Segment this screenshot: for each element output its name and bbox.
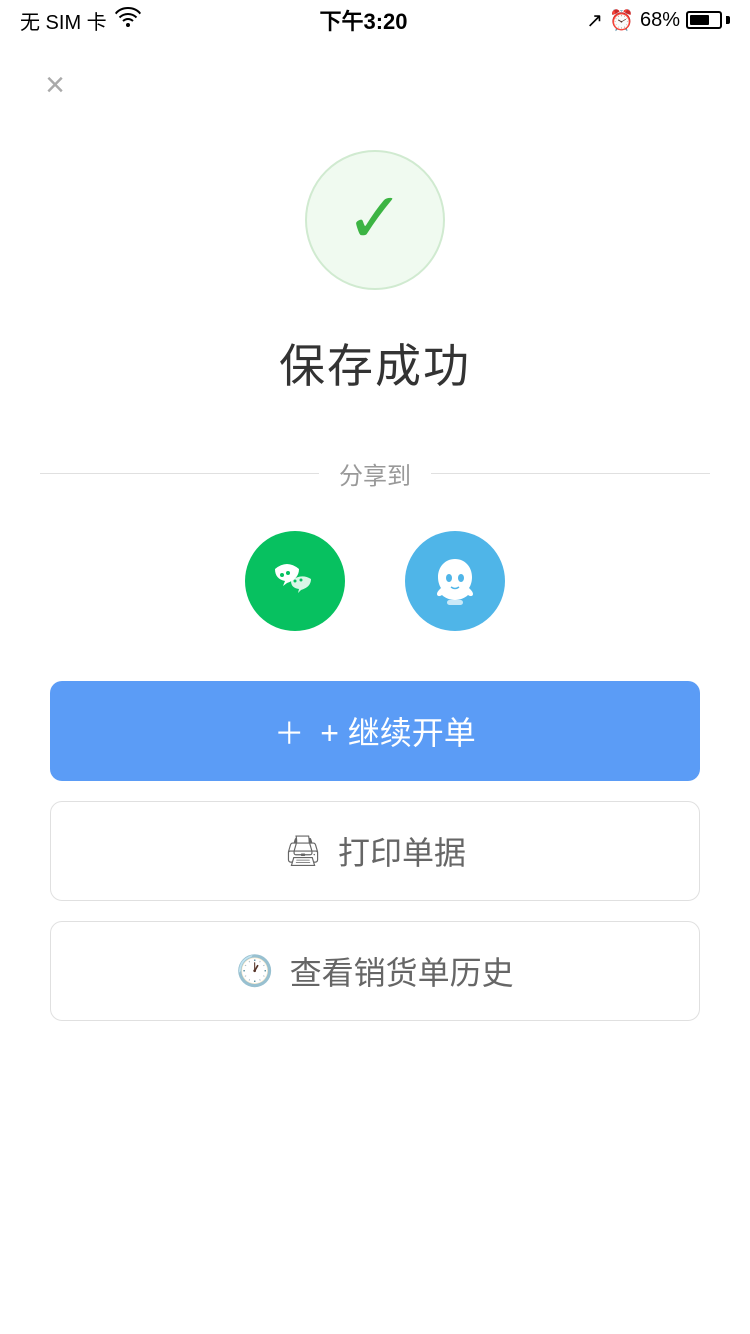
share-icons bbox=[40, 531, 710, 631]
divider-right bbox=[431, 473, 710, 474]
share-label: 分享到 bbox=[319, 456, 431, 491]
status-time: 下午3:20 bbox=[319, 4, 407, 36]
history-button[interactable]: 🕐 查看销货单历史 bbox=[50, 921, 700, 1021]
wechat-share-button[interactable] bbox=[245, 531, 345, 631]
close-icon: × bbox=[45, 68, 65, 102]
alarm-icon: ⏰ bbox=[609, 8, 634, 33]
continue-label: + 继续开单 bbox=[320, 708, 476, 754]
battery-icon bbox=[686, 11, 730, 29]
print-icon: 🖨 bbox=[284, 834, 322, 869]
close-area: × bbox=[0, 40, 750, 120]
success-title: 保存成功 bbox=[279, 330, 471, 396]
qq-share-button[interactable] bbox=[405, 531, 505, 631]
battery-percent: 68% bbox=[640, 9, 680, 32]
divider-left bbox=[40, 473, 319, 474]
success-circle: ✓ bbox=[305, 150, 445, 290]
share-divider: 分享到 bbox=[40, 456, 710, 491]
status-bar: 无 SIM 卡 下午3:20 ↗ ⏰ 68% bbox=[0, 0, 750, 40]
print-label: 打印单据 bbox=[338, 828, 466, 874]
clock-icon: 🕐 bbox=[236, 954, 273, 989]
no-sim-label: 无 SIM 卡 bbox=[20, 6, 107, 35]
qq-icon bbox=[425, 551, 485, 611]
history-label: 查看销货单历史 bbox=[290, 948, 514, 994]
continue-button[interactable]: ＋ + 继续开单 bbox=[50, 681, 700, 781]
status-right: ↗ ⏰ 68% bbox=[586, 8, 730, 33]
close-button[interactable]: × bbox=[30, 60, 80, 110]
share-section: 分享到 bbox=[40, 456, 710, 631]
main-content: ✓ 保存成功 分享到 bbox=[0, 120, 750, 1334]
checkmark-icon: ✓ bbox=[346, 183, 405, 253]
print-button[interactable]: 🖨 打印单据 bbox=[50, 801, 700, 901]
status-left: 无 SIM 卡 bbox=[20, 6, 141, 35]
wifi-icon bbox=[115, 7, 141, 33]
location-icon: ↗ bbox=[586, 8, 603, 33]
wechat-icon bbox=[265, 551, 325, 611]
actions: ＋ + 继续开单 🖨 打印单据 🕐 查看销货单历史 bbox=[40, 681, 710, 1021]
plus-icon: ＋ bbox=[274, 709, 304, 753]
